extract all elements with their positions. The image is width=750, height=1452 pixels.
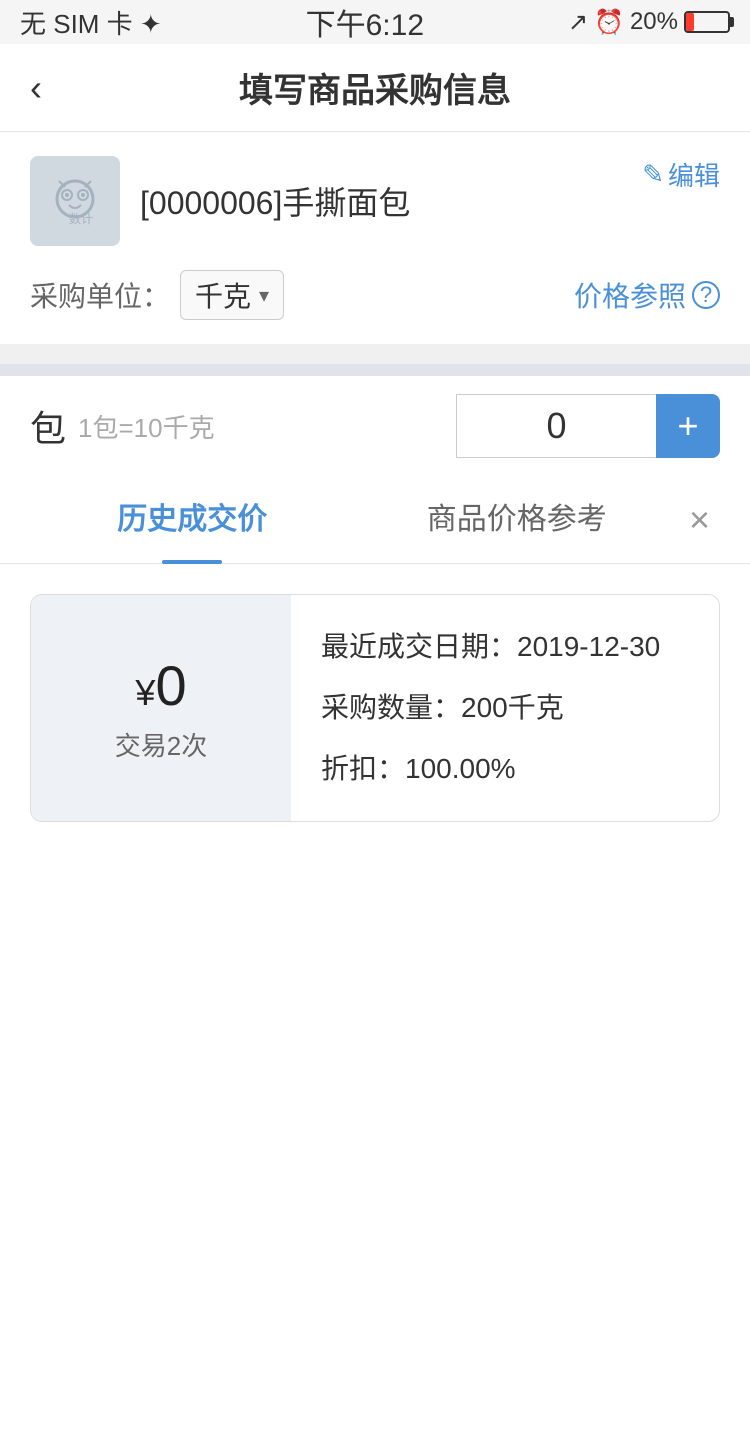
status-time: 下午6:12	[306, 0, 424, 44]
unit-label: 采购单位：	[30, 275, 170, 315]
purchase-quantity-label: 采购数量：	[321, 692, 461, 723]
battery-icon	[684, 11, 730, 33]
location-icon: ↗	[568, 8, 588, 37]
page-rest	[0, 852, 750, 1452]
edit-icon: ✎	[642, 159, 664, 190]
status-right: ↗ ⏰ 20%	[568, 8, 730, 37]
tab-content: ¥0 交易2次 最近成交日期：2019-12-30 采购数量：200千克 折扣：…	[0, 564, 750, 852]
product-name: [0000006]手撕面包	[140, 178, 410, 224]
svg-text:数计: 数计	[69, 211, 93, 226]
nav-bar: ‹ 填写商品采购信息	[0, 44, 750, 132]
quantity-controls: +	[456, 394, 720, 458]
discount-value: 100.00%	[405, 753, 516, 784]
tab-header: 历史成交价 商品价格参考 ×	[0, 476, 750, 564]
unit-selector[interactable]: 千克 ▾	[180, 270, 284, 320]
history-trade-count: 交易2次	[115, 726, 207, 763]
product-card: 数计 [0000006]手撕面包 ✎ 编辑 采购单位： 千克 ▾	[0, 132, 750, 344]
quantity-unit: 包	[30, 400, 66, 452]
page-title: 填写商品采购信息	[239, 63, 511, 112]
purchase-quantity-row: 采购数量：200千克	[321, 686, 689, 731]
content: 数计 [0000006]手撕面包 ✎ 编辑 采购单位： 千克 ▾	[0, 132, 750, 1452]
edit-button[interactable]: ✎ 编辑	[642, 156, 720, 193]
discount-label: 折扣：	[321, 753, 405, 784]
tab-close-button[interactable]: ×	[679, 492, 720, 548]
recent-date-label: 最近成交日期：	[321, 631, 517, 662]
product-thumbnail: 数计	[30, 156, 120, 246]
currency-symbol: ¥	[135, 672, 155, 713]
alarm-icon: ⏰	[594, 8, 624, 37]
product-left: 数计 [0000006]手撕面包	[30, 156, 410, 246]
quantity-row: 包 1包=10千克 +	[0, 376, 750, 476]
discount-row: 折扣：100.00%	[321, 747, 689, 792]
quantity-input[interactable]	[456, 394, 656, 458]
product-header: 数计 [0000006]手撕面包 ✎ 编辑	[30, 156, 720, 246]
sim-text: 无 SIM 卡 ✦	[20, 4, 162, 41]
status-bar: 无 SIM 卡 ✦ 下午6:12 ↗ ⏰ 20%	[0, 0, 750, 44]
question-icon: ?	[692, 281, 720, 309]
quantity-hint: 1包=10千克	[78, 408, 215, 445]
dropdown-arrow-icon: ▾	[259, 283, 269, 308]
history-card-left: ¥0 交易2次	[31, 595, 291, 821]
battery-percent: 20%	[630, 8, 678, 36]
divider	[0, 364, 750, 376]
unit-value: 千克	[195, 275, 251, 315]
quantity-left: 包 1包=10千克	[30, 400, 215, 452]
status-left: 无 SIM 卡 ✦	[20, 4, 162, 41]
price-reference-button[interactable]: 价格参照 ?	[574, 275, 720, 315]
purchase-quantity-value: 200千克	[461, 692, 564, 723]
recent-date-row: 最近成交日期：2019-12-30	[321, 625, 689, 670]
product-logo-icon: 数计	[45, 171, 105, 231]
tab-history-price[interactable]: 历史成交价	[30, 476, 354, 564]
recent-date-value: 2019-12-30	[517, 631, 660, 662]
history-card: ¥0 交易2次 最近成交日期：2019-12-30 采购数量：200千克 折扣：…	[30, 594, 720, 822]
history-card-right: 最近成交日期：2019-12-30 采购数量：200千克 折扣：100.00%	[291, 595, 719, 821]
back-button[interactable]: ‹	[20, 57, 52, 119]
quantity-plus-button[interactable]: +	[656, 394, 720, 458]
tab-section: 历史成交价 商品价格参考 × ¥0 交易2次 最近成交日期：2019-12-30	[0, 476, 750, 852]
tab-product-price[interactable]: 商品价格参考	[354, 476, 678, 564]
product-unit-row: 采购单位： 千克 ▾ 价格参照 ?	[30, 270, 720, 320]
history-price: ¥0	[135, 653, 186, 718]
